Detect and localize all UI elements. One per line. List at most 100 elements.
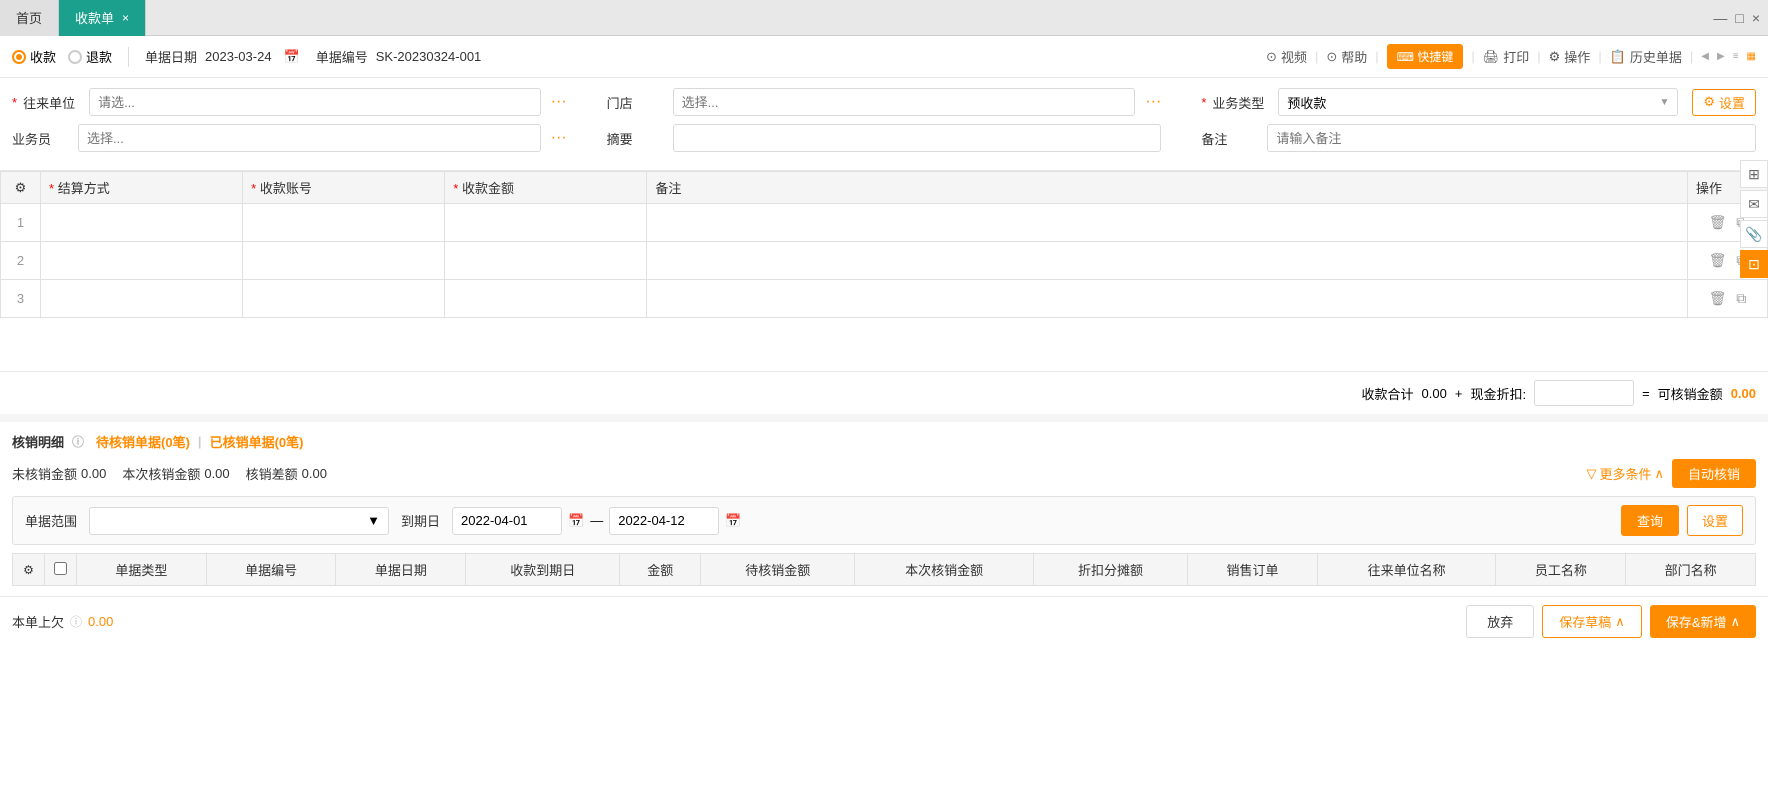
- history-btn[interactable]: 📋 历史单据: [1610, 47, 1682, 66]
- query-btn[interactable]: 查询: [1621, 505, 1679, 536]
- reconcile-info-icon[interactable]: ⓘ: [72, 433, 84, 450]
- discount-input[interactable]: [1534, 380, 1634, 406]
- select-all-checkbox[interactable]: [54, 562, 67, 575]
- stat-current-value: 0.00: [204, 466, 229, 481]
- table-gear-icon[interactable]: ⚙: [15, 180, 27, 195]
- available-value: 0.00: [1731, 386, 1756, 401]
- setting-button[interactable]: ⚙ 设置: [1692, 89, 1756, 116]
- tab-close-icon[interactable]: ×: [122, 11, 129, 25]
- cell-note-1[interactable]: [647, 204, 1688, 242]
- col-payment-method: * 结算方式: [41, 172, 243, 204]
- col-settings[interactable]: ⚙: [1, 172, 41, 204]
- side-table-icon[interactable]: ⊞: [1740, 160, 1768, 188]
- maximize-icon[interactable]: □: [1735, 10, 1743, 26]
- help-btn[interactable]: ⊙ 帮助: [1326, 47, 1367, 66]
- cell-amount-1[interactable]: [445, 204, 647, 242]
- save-new-btn[interactable]: 保存&新增 ∧: [1650, 605, 1756, 638]
- cell-payment-1[interactable]: [41, 204, 243, 242]
- pending-tab[interactable]: 待核销单据(0笔): [92, 432, 194, 451]
- video-btn[interactable]: ⊙ 视频: [1266, 47, 1307, 66]
- tab-receipt[interactable]: 收款单 ×: [59, 0, 146, 36]
- range-select[interactable]: ▼: [89, 507, 389, 535]
- cell-payment-3[interactable]: [41, 280, 243, 318]
- save-draft-btn[interactable]: 保存草稿 ∧: [1542, 605, 1642, 638]
- cell-account-3[interactable]: [243, 280, 445, 318]
- business-type-required: *: [1201, 95, 1206, 110]
- col-settings-bottom[interactable]: ⚙: [13, 554, 45, 586]
- business-type-select[interactable]: 预收款 ▼: [1278, 88, 1678, 116]
- stat-unpaid-value: 0.00: [81, 466, 106, 481]
- cell-note-2[interactable]: [647, 242, 1688, 280]
- home-tab-label: 首页: [16, 8, 42, 27]
- print-btn[interactable]: 🖨 打印: [1483, 47, 1530, 66]
- shop-input[interactable]: [673, 88, 1136, 116]
- note-field: 备注: [1201, 124, 1756, 152]
- date-from-input[interactable]: [452, 507, 562, 535]
- layout-list-icon[interactable]: ≡: [1733, 51, 1739, 62]
- radio-receive[interactable]: 收款: [12, 47, 56, 66]
- cell-amount-2[interactable]: [445, 242, 647, 280]
- col-check[interactable]: [45, 554, 77, 586]
- side-mail-icon[interactable]: ✉: [1740, 190, 1768, 218]
- table-setting-btn[interactable]: 设置: [1687, 505, 1743, 536]
- footer-info: 本单上欠 ⓘ 0.00: [12, 612, 113, 631]
- abandon-btn[interactable]: 放弃: [1466, 605, 1534, 638]
- filter-row: 单据范围 ▼ 到期日 📅 — 📅 查询 设置: [12, 496, 1756, 545]
- cal-to-icon[interactable]: 📅: [725, 513, 741, 529]
- nav-next-icon[interactable]: ▶: [1717, 51, 1725, 62]
- col-due-date: 收款到期日: [466, 554, 620, 586]
- more-filter-btn[interactable]: ▽ 更多条件 ∧: [1586, 464, 1664, 483]
- business-type-value: 预收款: [1287, 93, 1326, 112]
- video-label: 视频: [1281, 47, 1307, 66]
- col-note: 备注: [647, 172, 1688, 204]
- close-window-icon[interactable]: ×: [1752, 10, 1760, 26]
- col-amount: * 收款金额: [445, 172, 647, 204]
- summary-input[interactable]: [673, 124, 1162, 152]
- receipt-type-group: 收款 退款: [12, 47, 112, 66]
- plus-sign: +: [1455, 386, 1463, 401]
- col-pending-amount: 待核销金额: [701, 554, 855, 586]
- current-info-icon[interactable]: ⓘ: [70, 613, 82, 630]
- side-clip-icon[interactable]: 📎: [1740, 220, 1768, 248]
- delete-icon-3[interactable]: 🗑: [1709, 290, 1727, 306]
- note-input[interactable]: [1267, 124, 1756, 152]
- cal-from-icon[interactable]: 📅: [568, 513, 584, 529]
- shop-label: 门店: [607, 93, 667, 112]
- counterpart-input[interactable]: [89, 88, 541, 116]
- operation-btn[interactable]: ⚙ 操作: [1549, 47, 1591, 66]
- delete-icon-2[interactable]: 🗑: [1709, 252, 1727, 268]
- auto-reconcile-btn[interactable]: 自动核销: [1672, 459, 1756, 488]
- collect-label: 收款合计: [1362, 384, 1414, 403]
- date-to-input[interactable]: [609, 507, 719, 535]
- shortcut-btn[interactable]: ⌨ 快捷键: [1387, 44, 1464, 69]
- layout-grid-icon[interactable]: ▦: [1747, 51, 1756, 62]
- shop-more-icon[interactable]: ···: [1145, 93, 1161, 111]
- form-area: * 往来单位 ··· 门店 ··· * 业务类型 预收款 ▼ ⚙: [0, 78, 1768, 171]
- side-orange-icon[interactable]: ⊡: [1740, 250, 1768, 278]
- col-account: * 收款账号: [243, 172, 445, 204]
- save-new-chevron-icon: ∧: [1730, 614, 1740, 630]
- cell-payment-2[interactable]: [41, 242, 243, 280]
- copy-icon-3[interactable]: ⧉: [1736, 290, 1746, 306]
- staff-more-icon[interactable]: ···: [551, 129, 567, 147]
- cell-note-3[interactable]: [647, 280, 1688, 318]
- date-label: 单据日期: [145, 47, 197, 66]
- cell-account-2[interactable]: [243, 242, 445, 280]
- collect-value: 0.00: [1422, 386, 1447, 401]
- minimize-icon[interactable]: —: [1713, 10, 1727, 26]
- help-label: 帮助: [1341, 47, 1367, 66]
- done-tab[interactable]: 已核销单据(0笔): [206, 432, 308, 451]
- delete-icon-1[interactable]: 🗑: [1709, 214, 1727, 230]
- tab-home[interactable]: 首页: [0, 0, 59, 36]
- counterpart-more-icon[interactable]: ···: [551, 93, 567, 111]
- history-icon: 📋: [1610, 49, 1626, 65]
- cell-account-1[interactable]: [243, 204, 445, 242]
- radio-refund[interactable]: 退款: [68, 47, 112, 66]
- filter-icon: ▽: [1586, 466, 1596, 482]
- col-dept: 部门名称: [1626, 554, 1756, 586]
- nav-prev-icon[interactable]: ◀: [1701, 51, 1709, 62]
- staff-input[interactable]: [78, 124, 541, 152]
- cell-amount-3[interactable]: [445, 280, 647, 318]
- print-icon: 🖨: [1483, 49, 1500, 65]
- calendar-icon[interactable]: 📅: [284, 49, 300, 65]
